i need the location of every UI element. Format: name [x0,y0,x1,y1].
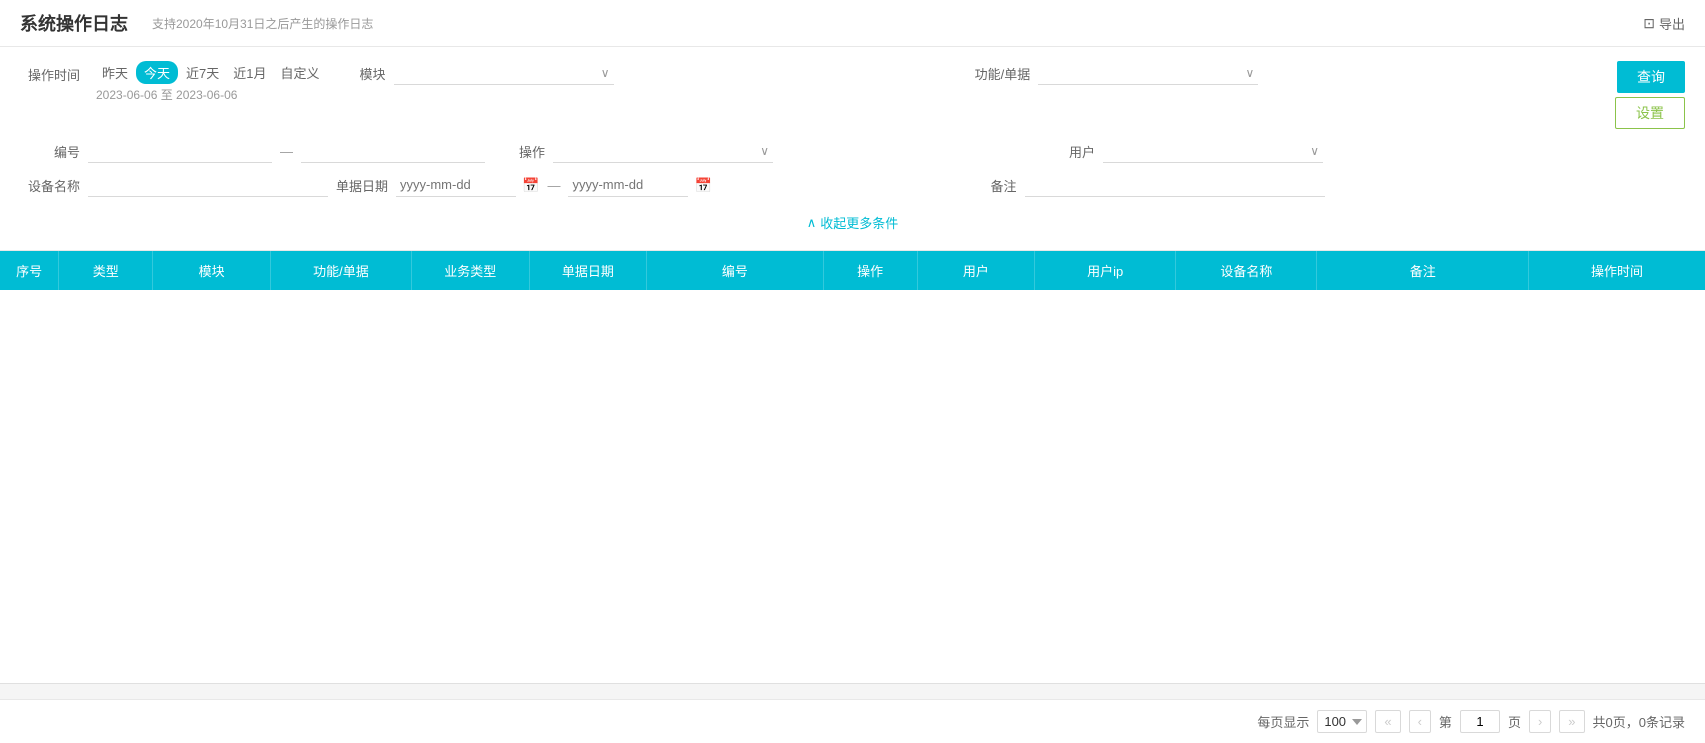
pagination-bar: 每页显示 50 100 200 « ‹ 第 页 › » 共0页，0条记录 [0,699,1705,743]
feature-select-wrap: ∨ [1038,61,1258,85]
page-suffix-label: 页 [1508,712,1521,731]
operation-select-wrap: ∨ [553,139,773,163]
last-page-button[interactable]: » [1559,710,1584,733]
filter-area: 操作时间 昨天 今天 近7天 近1月 自定义 2023-06-06 至 2023… [0,47,1705,251]
date-dash: — [547,178,560,193]
page-prefix-label: 第 [1439,712,1452,731]
table-wrap: 序号 类型 模块 功能/单据 业务类型 单据日期 编号 操作 用户 用户ip 设… [0,251,1705,683]
module-label: 模块 [326,64,386,83]
settings-button[interactable]: 设置 [1615,97,1685,129]
user-select-wrap: ∨ [1103,139,1323,163]
time-btn-custom[interactable]: 自定义 [275,61,326,84]
export-label: 导出 [1659,14,1685,33]
user-label: 用户 [1025,142,1095,161]
time-filter-col: 昨天 今天 近7天 近1月 自定义 2023-06-06 至 2023-06-0… [96,61,326,103]
feature-select[interactable] [1038,61,1258,85]
col-biz-type: 业务类型 [412,251,530,290]
next-page-button[interactable]: › [1529,710,1551,733]
operation-select[interactable] [553,139,773,163]
time-btn-7days[interactable]: 近7天 [180,61,225,84]
filter-row-2: 编号 — 操作 ∨ 用户 [20,139,1685,163]
date-to-input[interactable] [568,173,688,197]
collapse-icon: ∧ [807,215,817,231]
collapse-label: 收起更多条件 [820,213,898,232]
col-code: 编号 [647,251,823,290]
time-btn-yesterday[interactable]: 昨天 [96,61,134,84]
module-select-wrap: ∨ [394,61,614,85]
col-voucher-date: 单据日期 [529,251,647,290]
col-type: 类型 [59,251,153,290]
remark-label: 备注 [947,176,1017,195]
export-button[interactable]: ⊡ 导出 [1643,14,1685,33]
code-to-input[interactable] [301,139,485,163]
device-input[interactable] [88,173,328,197]
page-title: 系统操作日志 [20,10,128,36]
col-user: 用户 [917,251,1035,290]
code-dash: — [280,144,293,159]
time-btn-1month[interactable]: 近1月 [227,61,272,84]
date-from-input[interactable] [396,173,516,197]
filter-row-1: 操作时间 昨天 今天 近7天 近1月 自定义 2023-06-06 至 2023… [20,61,1685,129]
page-header: 系统操作日志 支持2020年10月31日之后产生的操作日志 ⊡ 导出 [0,0,1705,47]
per-page-label: 每页显示 [1257,712,1309,731]
page-size-select[interactable]: 50 100 200 [1317,710,1367,733]
time-btn-today[interactable]: 今天 [136,61,178,84]
code-label: 编号 [20,142,80,161]
query-button[interactable]: 查询 [1617,61,1685,93]
page-subtitle: 支持2020年10月31日之后产生的操作日志 [152,15,373,32]
col-feature: 功能/单据 [270,251,411,290]
remark-input[interactable] [1025,173,1325,197]
time-label: 操作时间 [20,61,80,84]
col-device: 设备名称 [1176,251,1317,290]
col-seq: 序号 [0,251,59,290]
col-op-time: 操作时间 [1529,251,1705,290]
date-to-cal-icon[interactable]: 📅 [694,177,711,194]
date-from-wrap: 📅 [396,173,539,197]
col-remark: 备注 [1317,251,1529,290]
collapse-button[interactable]: ∧ 收起更多条件 [807,213,899,232]
date-from-cal-icon[interactable]: 📅 [522,177,539,194]
col-operation: 操作 [823,251,917,290]
time-btns-row: 昨天 今天 近7天 近1月 自定义 [96,61,326,84]
voucher-date-label: 单据日期 [328,176,388,195]
collapse-bar: ∧ 收起更多条件 [20,207,1685,240]
data-table: 序号 类型 模块 功能/单据 业务类型 单据日期 编号 操作 用户 用户ip 设… [0,251,1705,290]
date-to-wrap: 📅 [568,173,711,197]
col-module: 模块 [153,251,271,290]
code-from-input[interactable] [88,139,272,163]
prev-page-button[interactable]: ‹ [1409,710,1431,733]
page-wrapper: 系统操作日志 支持2020年10月31日之后产生的操作日志 ⊡ 导出 操作时间 … [0,0,1705,743]
scrollbar-wrap[interactable] [0,683,1705,699]
time-range-display: 2023-06-06 至 2023-06-06 [96,86,326,103]
device-label: 设备名称 [20,176,80,195]
filter-row-3: 设备名称 单据日期 📅 — 📅 备注 [20,173,1685,197]
table-header-row: 序号 类型 模块 功能/单据 业务类型 单据日期 编号 操作 用户 用户ip 设… [0,251,1705,290]
total-info: 共0页，0条记录 [1593,712,1685,731]
page-number-input[interactable] [1460,710,1500,733]
module-select[interactable] [394,61,614,85]
user-select[interactable] [1103,139,1323,163]
export-icon: ⊡ [1643,15,1655,32]
col-user-ip: 用户ip [1035,251,1176,290]
empty-area [0,290,1705,640]
feature-label: 功能/单据 [960,64,1030,83]
first-page-button[interactable]: « [1375,710,1400,733]
operation-label: 操作 [485,142,545,161]
